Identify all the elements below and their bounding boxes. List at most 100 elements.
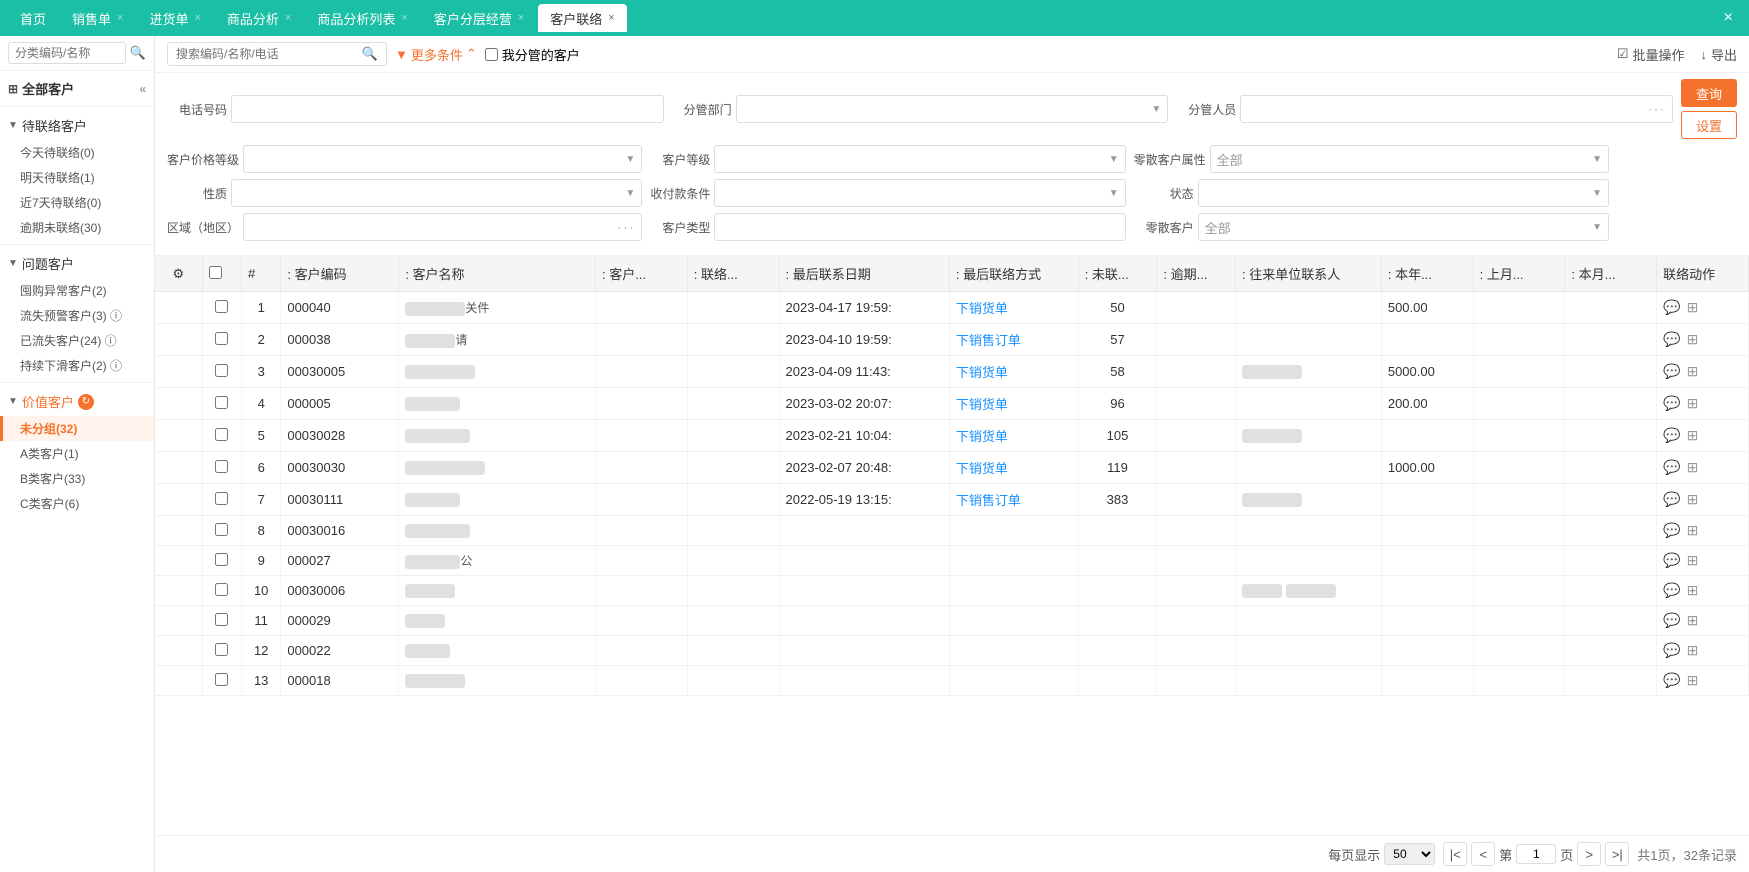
grid-action-icon[interactable]: ⊞	[1687, 522, 1699, 539]
first-page-btn[interactable]: |<	[1443, 842, 1467, 866]
tab-purchase[interactable]: 进货单 ×	[137, 4, 212, 32]
sidebar-item-7days[interactable]: 近7天待联络(0)	[0, 190, 154, 215]
page-number-input[interactable]	[1516, 844, 1556, 864]
grid-action-icon[interactable]: ⊞	[1687, 491, 1699, 508]
chat-icon[interactable]: 💬	[1663, 642, 1680, 659]
contact-way-link[interactable]: 下销货单	[956, 429, 1008, 444]
grid-action-icon[interactable]: ⊞	[1687, 672, 1699, 689]
customer-type-select[interactable]	[714, 213, 1125, 241]
chat-icon[interactable]: 💬	[1663, 612, 1680, 629]
grid-action-icon[interactable]: ⊞	[1687, 395, 1699, 412]
contact-way-link[interactable]: 下销货单	[956, 461, 1008, 476]
checkbox-cell[interactable]	[202, 324, 241, 356]
last-page-btn[interactable]: >|	[1605, 842, 1629, 866]
sidebar-item-abnormal[interactable]: 囤购异常客户(2)	[0, 278, 154, 303]
checkbox-cell[interactable]	[202, 576, 241, 606]
tab-product-analysis-list[interactable]: 商品分析列表 ×	[305, 4, 419, 32]
sidebar-item-class-c[interactable]: C类客户(6)	[0, 491, 154, 516]
settings-column-header[interactable]: ⚙	[155, 256, 202, 292]
chat-icon[interactable]: 💬	[1663, 491, 1680, 508]
grid-action-icon[interactable]: ⊞	[1687, 459, 1699, 476]
sidebar-item-churn-warning[interactable]: 流失预警客户(3) ⓘ	[0, 303, 154, 328]
checkbox-cell[interactable]	[202, 606, 241, 636]
all-customers-header[interactable]: ⊞ 全部客户 «	[0, 71, 154, 102]
chat-icon[interactable]: 💬	[1663, 459, 1680, 476]
checkbox-cell[interactable]	[202, 388, 241, 420]
close-product-analysis-tab[interactable]: ×	[285, 12, 291, 24]
checkbox-cell[interactable]	[202, 546, 241, 576]
chat-icon[interactable]: 💬	[1663, 582, 1680, 599]
contact-way-link[interactable]: 下销货单	[956, 301, 1008, 316]
retail-attr-select[interactable]: 全部 ▼	[1210, 145, 1609, 173]
checkbox-cell[interactable]	[202, 666, 241, 696]
payment-select[interactable]: ▼	[714, 179, 1125, 207]
grid-action-icon[interactable]: ⊞	[1687, 612, 1699, 629]
sidebar-item-overdue[interactable]: 逾期未联络(30)	[0, 215, 154, 240]
checkbox-cell[interactable]	[202, 420, 241, 452]
contact-way-link[interactable]: 下销售订单	[956, 333, 1021, 348]
problem-customer-group[interactable]: ▼ 问题客户	[0, 249, 154, 278]
sidebar-item-declining[interactable]: 持续下滑客户(2) ⓘ	[0, 353, 154, 378]
my-customers-checkbox[interactable]	[485, 48, 498, 61]
filter-search-box[interactable]: 🔍	[167, 42, 387, 66]
row-checkbox[interactable]	[215, 300, 228, 313]
filter-search-input[interactable]	[176, 47, 362, 61]
row-checkbox[interactable]	[215, 460, 228, 473]
row-checkbox[interactable]	[215, 643, 228, 656]
chat-icon[interactable]: 💬	[1663, 299, 1680, 316]
chat-icon[interactable]: 💬	[1663, 363, 1680, 380]
checkbox-cell[interactable]	[202, 292, 241, 324]
tab-sales[interactable]: 销售单 ×	[60, 4, 135, 32]
retail-customer-select[interactable]: 全部 ▼	[1198, 213, 1609, 241]
page-size-select[interactable]: 50 100	[1384, 843, 1435, 865]
row-checkbox[interactable]	[215, 553, 228, 566]
checkbox-cell[interactable]	[202, 516, 241, 546]
sidebar-search-icon[interactable]: 🔍	[130, 45, 146, 61]
prev-page-btn[interactable]: <	[1471, 842, 1495, 866]
sidebar-item-lost[interactable]: 已流失客户(24) ⓘ	[0, 328, 154, 353]
tab-product-analysis[interactable]: 商品分析 ×	[215, 4, 303, 32]
tab-customer-tier[interactable]: 客户分层经营 ×	[422, 4, 536, 32]
pending-contact-group[interactable]: ▼ 待联络客户	[0, 111, 154, 140]
row-checkbox[interactable]	[215, 613, 228, 626]
close-sales-tab[interactable]: ×	[117, 12, 123, 24]
sidebar-item-class-b[interactable]: B类客户(33)	[0, 466, 154, 491]
phone-input[interactable]	[231, 95, 664, 123]
price-grade-select[interactable]: ▼	[243, 145, 642, 173]
sidebar-collapse-btn[interactable]: «	[139, 82, 146, 96]
sidebar-item-tomorrow[interactable]: 明天待联络(1)	[0, 165, 154, 190]
chat-icon[interactable]: 💬	[1663, 552, 1680, 569]
tab-home[interactable]: 首页	[8, 4, 58, 32]
status-select[interactable]: ▼	[1198, 179, 1609, 207]
batch-ops-btn[interactable]: ☑ 批量操作	[1617, 45, 1685, 64]
sidebar-search-input[interactable]	[8, 42, 126, 64]
sidebar-item-class-a[interactable]: A类客户(1)	[0, 441, 154, 466]
grid-action-icon[interactable]: ⊞	[1687, 331, 1699, 348]
row-checkbox[interactable]	[215, 396, 228, 409]
checkbox-cell[interactable]	[202, 484, 241, 516]
my-customers-filter[interactable]: 我分管的客户	[485, 45, 580, 64]
export-btn[interactable]: ↓ 导出	[1700, 45, 1737, 64]
grid-action-icon[interactable]: ⊞	[1687, 582, 1699, 599]
window-close-button[interactable]: ×	[1716, 9, 1741, 27]
grid-action-icon[interactable]: ⊞	[1687, 427, 1699, 444]
close-contact-tab[interactable]: ×	[608, 12, 614, 24]
row-checkbox[interactable]	[215, 492, 228, 505]
row-checkbox[interactable]	[215, 332, 228, 345]
grid-action-icon[interactable]: ⊞	[1687, 552, 1699, 569]
filter-more-conditions-btn[interactable]: ▼ 更多条件 ⌃	[395, 45, 477, 64]
next-page-btn[interactable]: >	[1577, 842, 1601, 866]
region-select[interactable]: ···	[243, 213, 642, 241]
dept-select[interactable]: ▼	[736, 95, 1169, 123]
chat-icon[interactable]: 💬	[1663, 395, 1680, 412]
chat-icon[interactable]: 💬	[1663, 331, 1680, 348]
contact-way-link[interactable]: 下销货单	[956, 397, 1008, 412]
close-purchase-tab[interactable]: ×	[194, 12, 200, 24]
checkbox-cell[interactable]	[202, 356, 241, 388]
chat-icon[interactable]: 💬	[1663, 427, 1680, 444]
customer-grade-select[interactable]: ▼	[714, 145, 1125, 173]
chat-icon[interactable]: 💬	[1663, 522, 1680, 539]
row-checkbox[interactable]	[215, 583, 228, 596]
filter-search-icon[interactable]: 🔍	[362, 46, 378, 62]
grid-action-icon[interactable]: ⊞	[1687, 642, 1699, 659]
